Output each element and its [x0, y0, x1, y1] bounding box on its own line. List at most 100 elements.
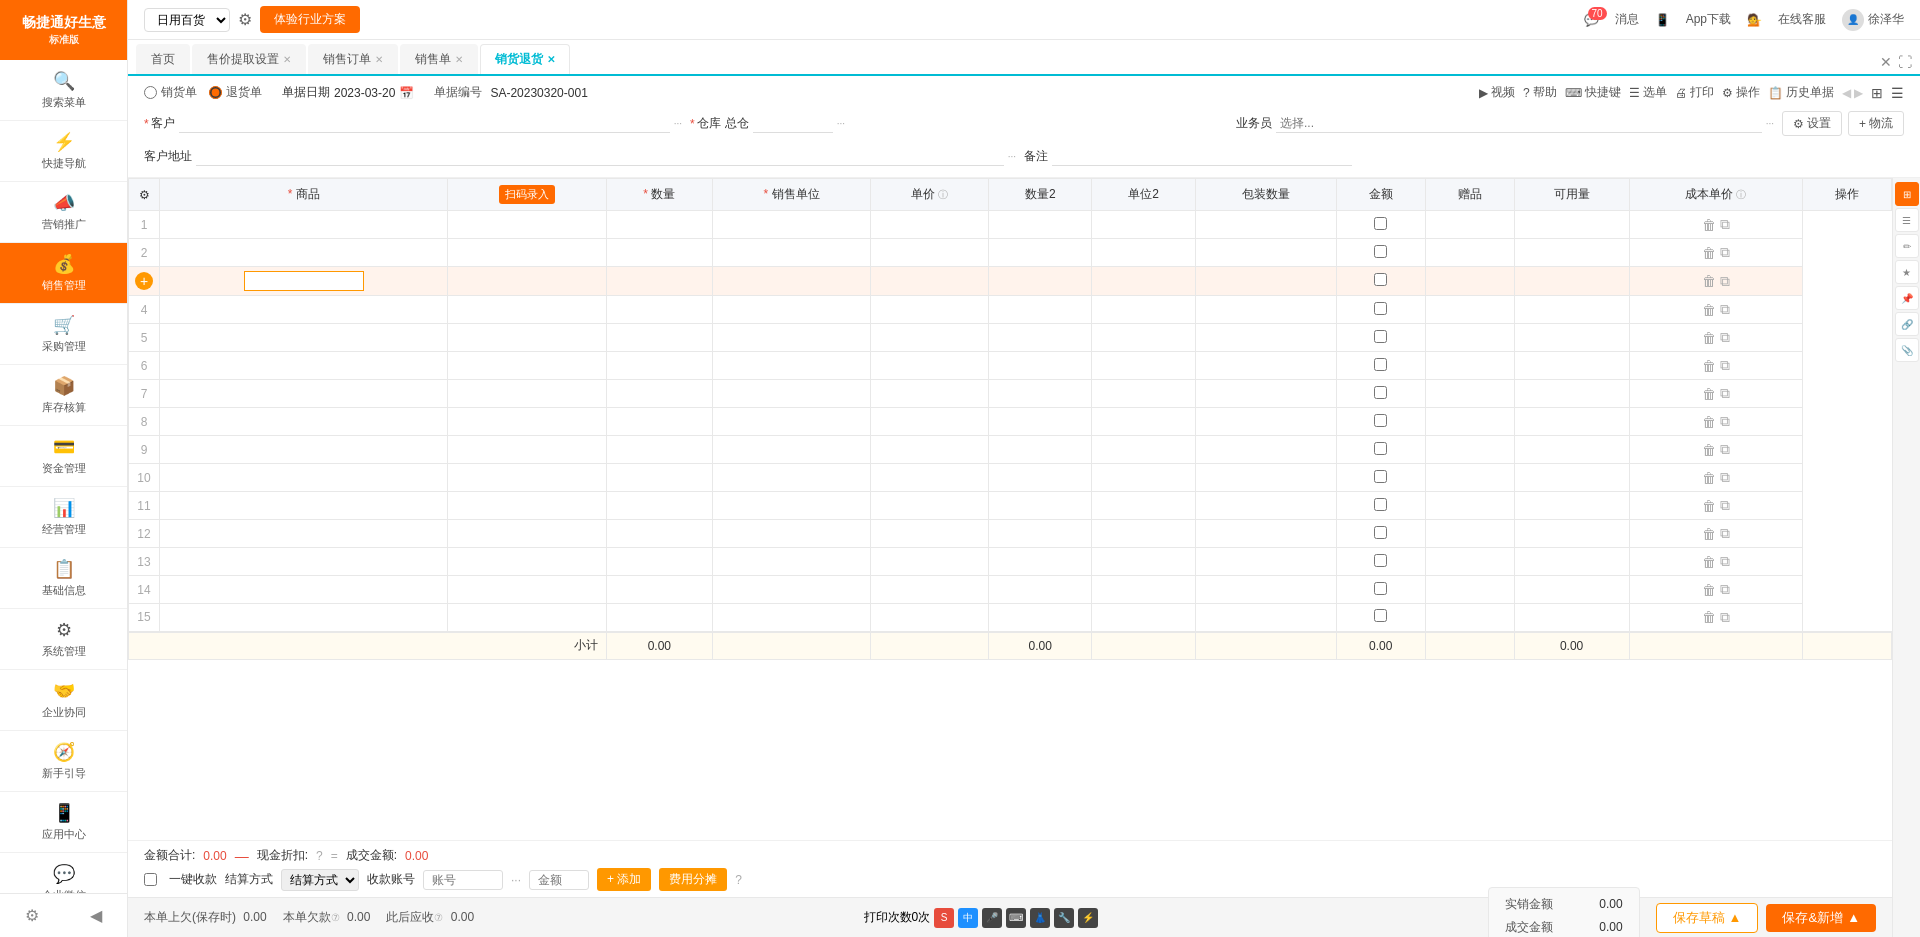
gift-cell-13[interactable] [1336, 548, 1425, 576]
gift-cb-13[interactable] [1374, 554, 1387, 567]
goods-cell-9[interactable] [160, 436, 448, 464]
rs-btn-tool5[interactable]: 📎 [1895, 338, 1919, 362]
gift-cell-12[interactable] [1336, 520, 1425, 548]
unit2-cell-2[interactable] [989, 239, 1092, 267]
sale-unit-cell-5[interactable] [606, 324, 712, 352]
sidebar-settings-btn[interactable]: ⚙ [17, 902, 47, 929]
available-cell-3[interactable] [1425, 267, 1514, 296]
gift-cell-6[interactable] [1336, 352, 1425, 380]
qty-cell-11[interactable] [448, 492, 606, 520]
sale-unit-cell-1[interactable] [606, 211, 712, 239]
amount-cell-9[interactable] [1195, 436, 1336, 464]
gift-cell-7[interactable] [1336, 380, 1425, 408]
copy-icon-12[interactable]: ⧉ [1720, 525, 1730, 542]
cost-price-cell-9[interactable] [1514, 436, 1629, 464]
sale-unit-cell-10[interactable] [606, 464, 712, 492]
action-operation[interactable]: ⚙ 操作 [1722, 84, 1760, 101]
copy-icon-1[interactable]: ⧉ [1720, 216, 1730, 233]
goods-input-3[interactable] [244, 271, 364, 291]
gift-cb-7[interactable] [1374, 386, 1387, 399]
gift-cell-15[interactable] [1336, 604, 1425, 632]
qty2-cell-14[interactable] [871, 576, 989, 604]
available-cell-10[interactable] [1425, 464, 1514, 492]
available-cell-5[interactable] [1425, 324, 1514, 352]
qty-cell-13[interactable] [448, 548, 606, 576]
goods-cell-2[interactable] [160, 239, 448, 267]
action-help[interactable]: ? 帮助 [1523, 84, 1557, 101]
gift-cb-15[interactable] [1374, 609, 1387, 622]
goods-cell-3[interactable] [160, 267, 448, 296]
cost-price-cell-11[interactable] [1514, 492, 1629, 520]
discount-help[interactable]: ? [316, 849, 323, 863]
unit-price-cell-1[interactable] [712, 211, 870, 239]
qty2-cell-7[interactable] [871, 380, 989, 408]
scan-btn[interactable]: 扫码录入 [499, 185, 555, 204]
amount-cell-8[interactable] [1195, 408, 1336, 436]
copy-icon-8[interactable]: ⧉ [1720, 413, 1730, 430]
pack-qty-cell-12[interactable] [1092, 520, 1195, 548]
unit-price-cell-6[interactable] [712, 352, 870, 380]
pack-qty-cell-14[interactable] [1092, 576, 1195, 604]
unit2-cell-14[interactable] [989, 576, 1092, 604]
qty-cell-7[interactable] [448, 380, 606, 408]
ime-btn2[interactable]: 中 [958, 908, 978, 928]
delete-icon-10[interactable]: 🗑 [1702, 470, 1716, 486]
available-cell-2[interactable] [1425, 239, 1514, 267]
pack-qty-cell-13[interactable] [1092, 548, 1195, 576]
available-cell-12[interactable] [1425, 520, 1514, 548]
amount-cell-4[interactable] [1195, 296, 1336, 324]
goods-cell-4[interactable] [160, 296, 448, 324]
gift-cb-5[interactable] [1374, 330, 1387, 343]
sale-unit-cell-9[interactable] [606, 436, 712, 464]
available-cell-8[interactable] [1425, 408, 1514, 436]
address-ellipsis[interactable]: ··· [1008, 151, 1016, 162]
copy-icon-5[interactable]: ⧉ [1720, 329, 1730, 346]
gift-cb-2[interactable] [1374, 245, 1387, 258]
cost-price-cell-8[interactable] [1514, 408, 1629, 436]
amount-cell-5[interactable] [1195, 324, 1336, 352]
tab-close-sale-return[interactable]: ✕ [547, 54, 555, 65]
qty2-cell-13[interactable] [871, 548, 989, 576]
available-cell-11[interactable] [1425, 492, 1514, 520]
online-service-label[interactable]: 在线客服 [1778, 11, 1826, 28]
fee-split-btn[interactable]: 费用分摊 [659, 868, 727, 891]
qty-cell-14[interactable] [448, 576, 606, 604]
tab-close-sale-order[interactable]: ✕ [375, 54, 383, 65]
unit2-cell-9[interactable] [989, 436, 1092, 464]
rs-btn-tool1[interactable]: ✏ [1895, 234, 1919, 258]
copy-icon-2[interactable]: ⧉ [1720, 244, 1730, 261]
cost-price-cell-1[interactable] [1514, 211, 1629, 239]
sale-unit-cell-14[interactable] [606, 576, 712, 604]
experience-btn[interactable]: 体验行业方案 [260, 6, 360, 33]
cost-price-cell-14[interactable] [1514, 576, 1629, 604]
available-cell-14[interactable] [1425, 576, 1514, 604]
unit-price-cell-4[interactable] [712, 296, 870, 324]
unit-price-cell-8[interactable] [712, 408, 870, 436]
amount-cell-12[interactable] [1195, 520, 1336, 548]
unit-price-cell-2[interactable] [712, 239, 870, 267]
delete-icon-12[interactable]: 🗑 [1702, 526, 1716, 542]
copy-icon-7[interactable]: ⧉ [1720, 385, 1730, 402]
delete-icon-3[interactable]: 🗑 [1702, 273, 1716, 289]
goods-cell-12[interactable] [160, 520, 448, 548]
gift-cell-2[interactable] [1336, 239, 1425, 267]
cost-price-cell-15[interactable] [1514, 604, 1629, 632]
sidebar-item-basic[interactable]: 📋基础信息 [0, 548, 127, 609]
unit2-cell-13[interactable] [989, 548, 1092, 576]
amount-cell-13[interactable] [1195, 548, 1336, 576]
gift-cell-14[interactable] [1336, 576, 1425, 604]
ime-btn6[interactable]: 🔧 [1054, 908, 1074, 928]
sidebar-collapse-btn[interactable]: ◀ [82, 902, 110, 929]
pack-qty-cell-8[interactable] [1092, 408, 1195, 436]
view-toggle-grid[interactable]: ⊞ [1871, 85, 1883, 101]
pack-qty-cell-7[interactable] [1092, 380, 1195, 408]
goods-cell-15[interactable] [160, 604, 448, 632]
amount-cell-11[interactable] [1195, 492, 1336, 520]
app-download-label[interactable]: App下载 [1686, 11, 1731, 28]
cost-price-cell-13[interactable] [1514, 548, 1629, 576]
sale-unit-cell-12[interactable] [606, 520, 712, 548]
delete-icon-5[interactable]: 🗑 [1702, 330, 1716, 346]
goods-cell-11[interactable] [160, 492, 448, 520]
rs-btn-tool2[interactable]: ★ [1895, 260, 1919, 284]
ime-btn4[interactable]: ⌨ [1006, 908, 1026, 928]
